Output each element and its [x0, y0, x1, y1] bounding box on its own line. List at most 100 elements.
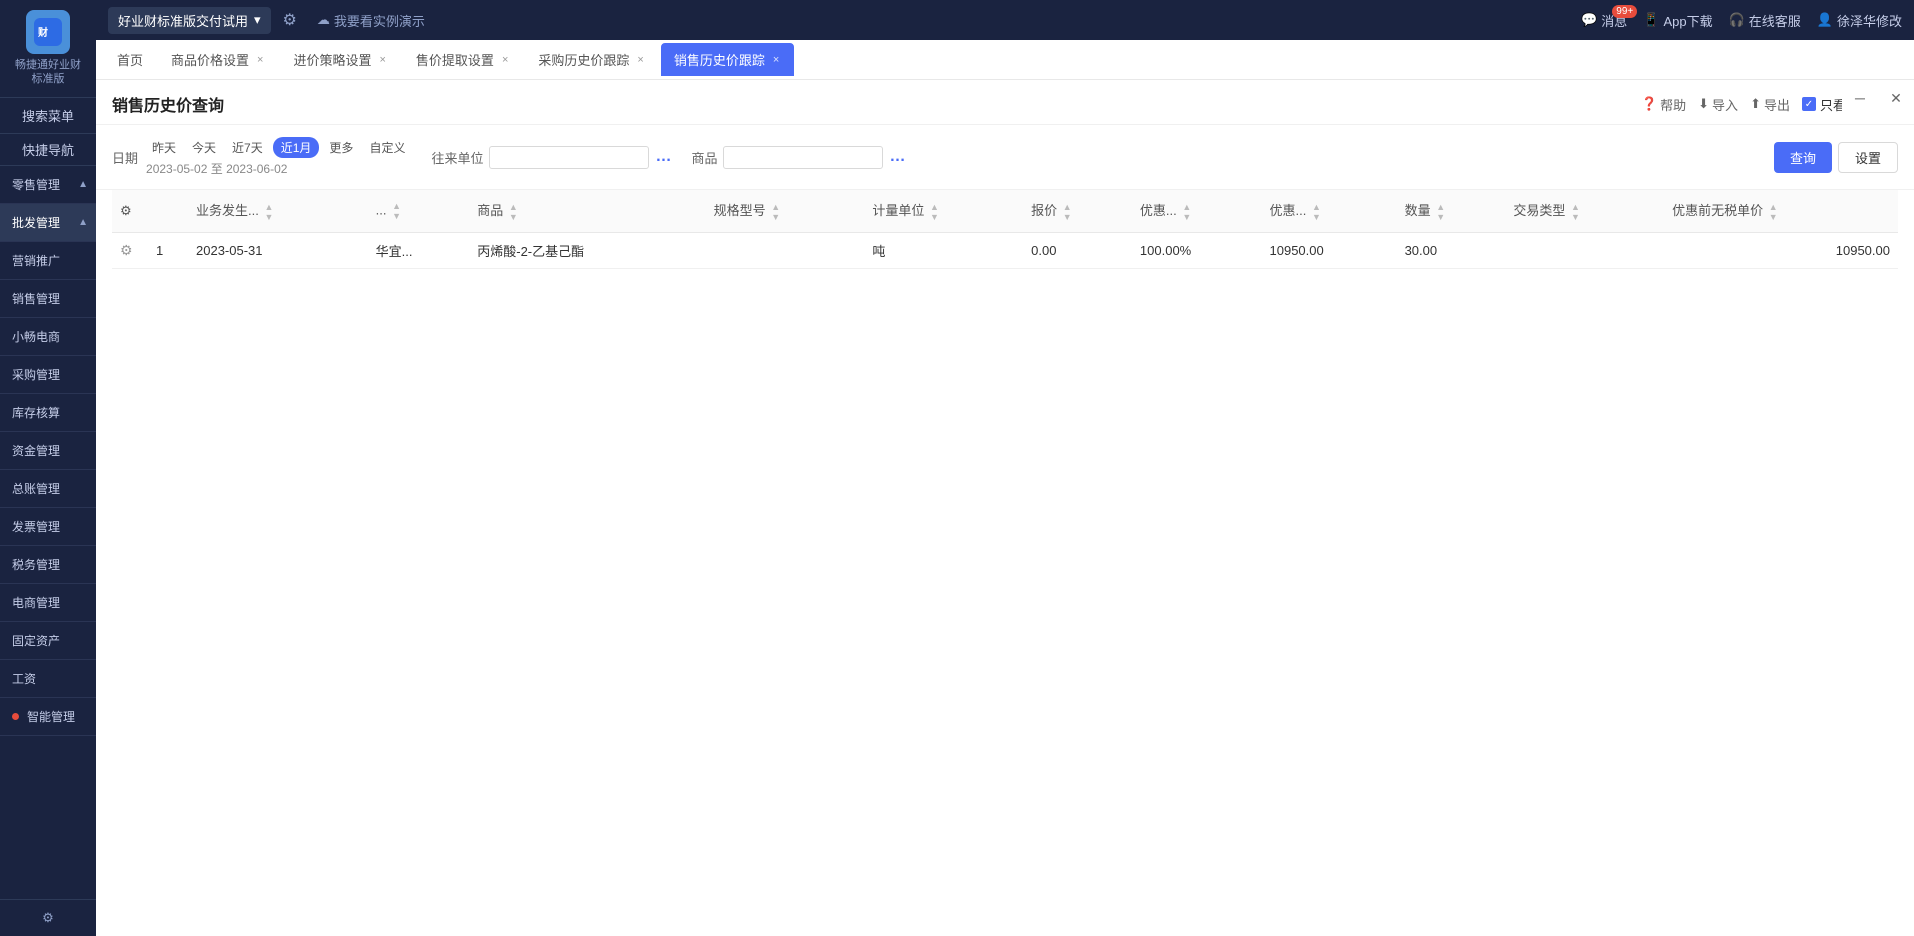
col-discount-pct-header[interactable]: 优惠... ▲▼: [1132, 190, 1262, 232]
sidebar-item-sales[interactable]: 销售管理: [0, 280, 96, 318]
date-filter-group: 日期 昨天 今天 近7天 近1月 更多 自定义 2023-05-02 至 202…: [112, 137, 411, 177]
row-gear-icon[interactable]: ⚙: [112, 232, 148, 268]
row-product: 丙烯酸-2-乙基己酯: [469, 232, 705, 268]
message-icon: 💬: [1581, 12, 1597, 28]
col-unit-header[interactable]: 计量单位 ▲▼: [864, 190, 1023, 232]
col-tx-type-header[interactable]: 交易类型 ▲▼: [1505, 190, 1664, 232]
topbar-settings-icon[interactable]: ⚙: [283, 10, 297, 30]
sidebar-item-ledger-label: 总账管理: [12, 480, 60, 497]
sidebar-item-ecomm[interactable]: 电商管理: [0, 584, 96, 622]
source-unit-input[interactable]: [489, 146, 649, 169]
content-area: ─ ✕ 销售历史价查询 ❓ 帮助 ⬇ 导入 ⬆ 导出: [96, 80, 1914, 936]
demo-button[interactable]: ☁ 我要看实例演示: [317, 11, 425, 30]
app-selector[interactable]: 好业财标准版交付试用 ▾: [108, 7, 271, 34]
sidebar-item-assets[interactable]: 固定资产: [0, 622, 96, 660]
tab-sale-history[interactable]: 销售历史价跟踪 ×: [661, 43, 794, 76]
tab-purchase-history[interactable]: 采购历史价跟踪 ×: [525, 43, 658, 76]
sidebar-item-smart-label: 智能管理: [27, 708, 75, 725]
col-biz-date-header[interactable]: 业务发生... ▲▼: [188, 190, 368, 232]
user-label: 徐泽华修改: [1837, 11, 1902, 30]
sidebar-item-inventory[interactable]: 库存核算: [0, 394, 96, 432]
date-btn-more[interactable]: 更多: [323, 137, 359, 158]
sidebar-item-invoice-label: 发票管理: [12, 518, 60, 535]
sidebar-item-purchase[interactable]: 采购管理: [0, 356, 96, 394]
col-spec-label: 规格型号: [714, 203, 766, 218]
export-button[interactable]: ⬆ 导出: [1750, 95, 1790, 114]
sidebar-quick-nav[interactable]: 快捷导航: [0, 134, 96, 166]
sidebar-item-capital[interactable]: 资金管理: [0, 432, 96, 470]
sort-icon-discount-val: ▲▼: [1312, 202, 1321, 222]
tab-sale-history-close[interactable]: ×: [771, 53, 781, 67]
date-btn-custom[interactable]: 自定义: [363, 137, 411, 158]
settings-button[interactable]: 设置: [1838, 142, 1898, 173]
sidebar-item-ecomm-small[interactable]: 小畅电商: [0, 318, 96, 356]
tab-sale-extract-close[interactable]: ×: [500, 53, 510, 67]
date-btn-7days[interactable]: 近7天: [226, 137, 269, 158]
sidebar-item-wholesale[interactable]: 批发管理 ▲: [0, 204, 96, 242]
messages-button[interactable]: 💬 消息 99+: [1581, 11, 1627, 30]
source-unit-more-btn[interactable]: …: [655, 148, 671, 166]
help-button[interactable]: ❓ 帮助: [1641, 95, 1686, 114]
col-product-header[interactable]: 商品 ▲▼: [469, 190, 705, 232]
row-pretax-price: 10950.00: [1664, 232, 1898, 268]
settings-icon: ⚙: [42, 910, 54, 925]
sidebar-item-smart[interactable]: 智能管理: [0, 698, 96, 736]
import-icon: ⬇: [1698, 96, 1709, 112]
query-button[interactable]: 查询: [1774, 142, 1832, 173]
date-btn-today[interactable]: 今天: [186, 137, 222, 158]
tab-purchase-strategy[interactable]: 进价策略设置 ×: [280, 43, 400, 76]
import-button[interactable]: ⬇ 导入: [1698, 95, 1738, 114]
col-spec-header[interactable]: 规格型号 ▲▼: [706, 190, 865, 232]
online-service-button[interactable]: 🎧 在线客服: [1729, 11, 1801, 30]
col-discount-val-header[interactable]: 优惠... ▲▼: [1262, 190, 1397, 232]
col-pretax-label: 优惠前无税单价: [1672, 203, 1763, 218]
tab-purchase-history-close[interactable]: ×: [635, 53, 645, 67]
app-logo-icon: 财: [26, 10, 70, 54]
product-filter: 商品 …: [691, 146, 905, 169]
tab-product-price-close[interactable]: ×: [255, 53, 265, 67]
product-input[interactable]: [723, 146, 883, 169]
sidebar-item-marketing[interactable]: 营销推广: [0, 242, 96, 280]
only-last-checkbox[interactable]: ✓: [1802, 97, 1816, 111]
col-product-label: 商品: [477, 203, 503, 218]
tab-purchase-strategy-close[interactable]: ×: [377, 53, 387, 67]
row-price: 0.00: [1023, 232, 1132, 268]
col-seq-header: [148, 190, 188, 232]
tab-home[interactable]: 首页: [104, 43, 156, 76]
tab-purchase-history-label: 采购历史价跟踪: [538, 50, 629, 69]
col-unit-label: 计量单位: [872, 203, 924, 218]
date-btn-yesterday[interactable]: 昨天: [146, 137, 182, 158]
tab-product-price[interactable]: 商品价格设置 ×: [158, 43, 278, 76]
minimize-button[interactable]: ─: [1842, 80, 1878, 116]
tab-sale-extract-label: 售价提取设置: [416, 50, 494, 69]
sidebar-item-wholesale-label: 批发管理: [12, 214, 60, 231]
col-qty-label: 数量: [1405, 203, 1431, 218]
app-download-button[interactable]: 📱 App下载: [1643, 11, 1712, 30]
column-settings-icon[interactable]: ⚙: [120, 203, 132, 218]
user-profile-button[interactable]: 👤 徐泽华修改: [1817, 11, 1902, 30]
sort-icon-tx-type: ▲▼: [1571, 202, 1580, 222]
sidebar-search[interactable]: 搜索菜单: [0, 98, 96, 134]
row-biz-date: 2023-05-31: [188, 232, 368, 268]
tab-sale-extract[interactable]: 售价提取设置 ×: [403, 43, 523, 76]
col-discount-pct-label: 优惠...: [1140, 203, 1177, 218]
filter-bar: 日期 昨天 今天 近7天 近1月 更多 自定义 2023-05-02 至 202…: [96, 125, 1914, 190]
sidebar-settings-button[interactable]: ⚙: [0, 899, 96, 936]
col-tx-type-label: 交易类型: [1513, 203, 1565, 218]
import-label: 导入: [1712, 95, 1738, 114]
product-more-btn[interactable]: …: [889, 148, 905, 166]
export-icon: ⬆: [1750, 96, 1761, 112]
col-price-header[interactable]: 报价 ▲▼: [1023, 190, 1132, 232]
sidebar-item-tax[interactable]: 税务管理: [0, 546, 96, 584]
close-button[interactable]: ✕: [1878, 80, 1914, 116]
sidebar-item-ledger[interactable]: 总账管理: [0, 470, 96, 508]
sidebar-item-retail[interactable]: 零售管理 ▲: [0, 166, 96, 204]
sidebar-item-invoice[interactable]: 发票管理: [0, 508, 96, 546]
date-btn-1month[interactable]: 近1月: [273, 137, 320, 158]
col-qty-header[interactable]: 数量 ▲▼: [1397, 190, 1506, 232]
col-pretax-header[interactable]: 优惠前无税单价 ▲▼: [1664, 190, 1898, 232]
sidebar-item-payroll[interactable]: 工资: [0, 660, 96, 698]
sidebar-item-retail-arrow: ▲: [78, 179, 88, 190]
col-extra-header[interactable]: ... ▲▼: [368, 190, 470, 232]
page-header: 销售历史价查询 ❓ 帮助 ⬇ 导入 ⬆ 导出 ✓ 只看最后一次: [96, 80, 1914, 125]
